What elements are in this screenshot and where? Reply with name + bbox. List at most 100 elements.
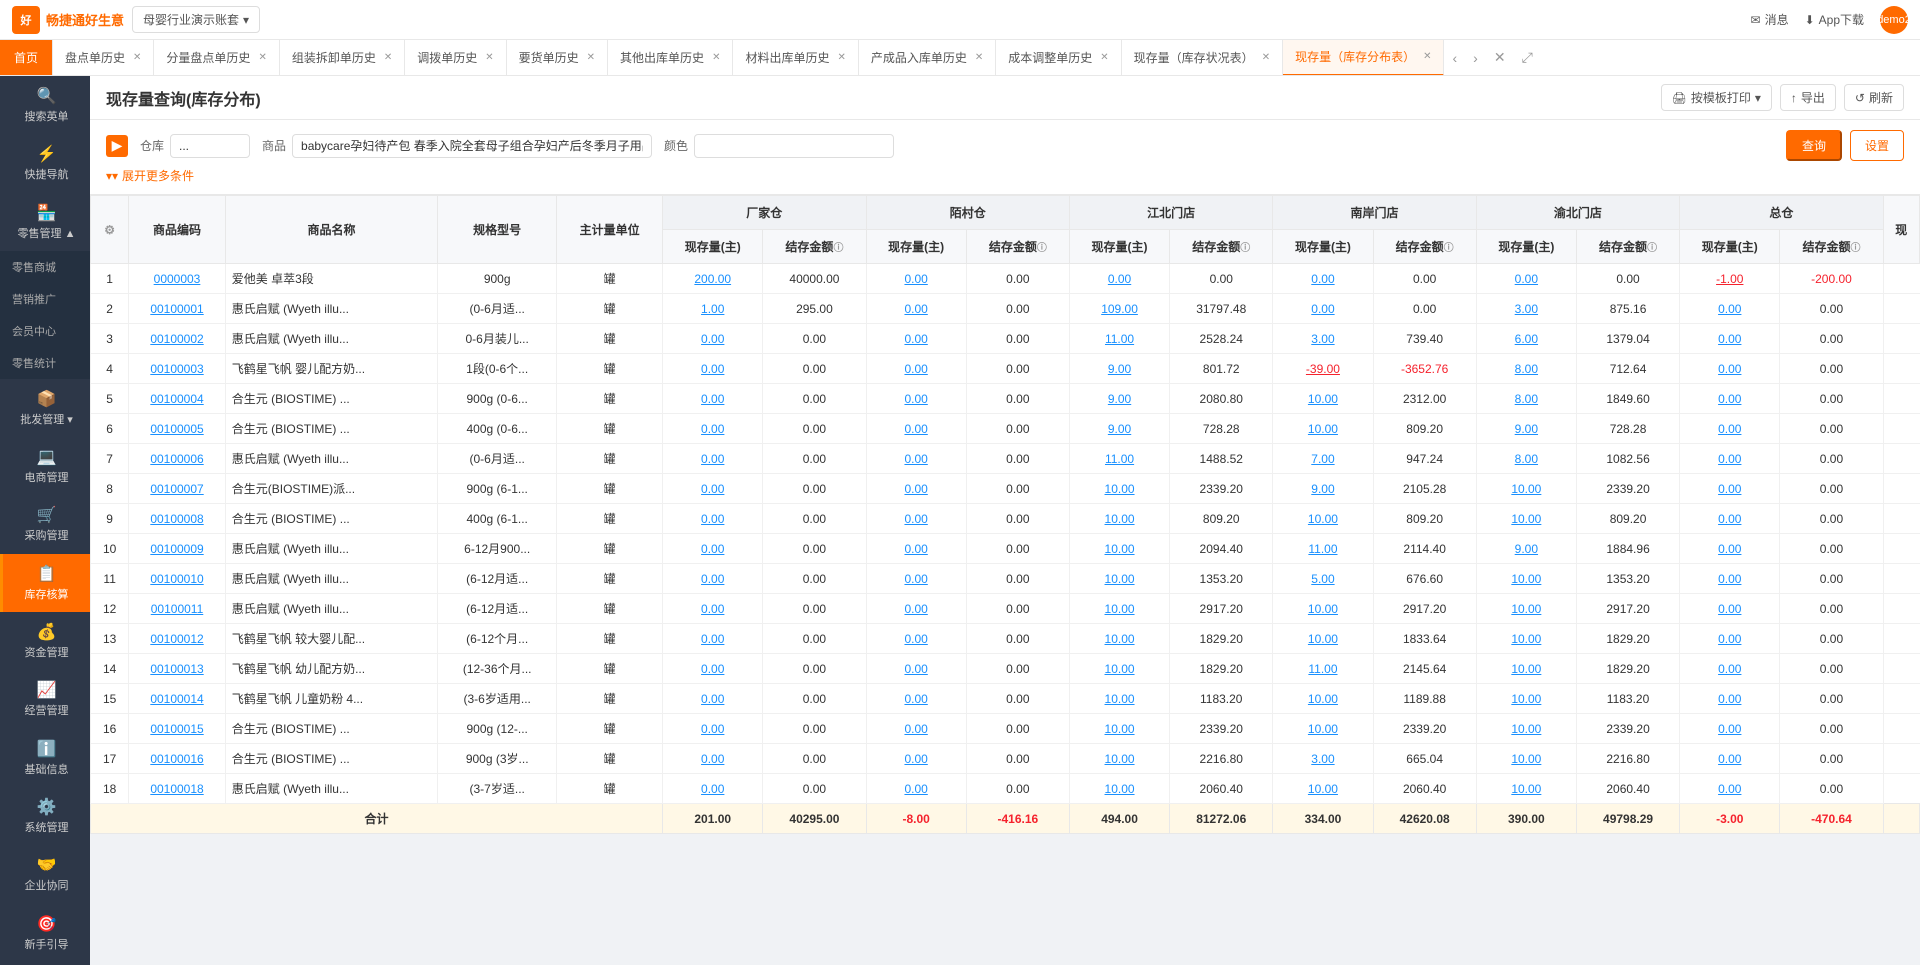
cell-code[interactable]: 00100007 — [129, 474, 225, 504]
cell-qty-0[interactable]: 0.00 — [663, 474, 763, 504]
tab-close-1[interactable]: ✕ — [133, 52, 141, 63]
cell-qty-5[interactable]: 0.00 — [1680, 534, 1780, 564]
cell-qty-5[interactable]: 0.00 — [1680, 444, 1780, 474]
cell-qty-3[interactable]: 10.00 — [1273, 504, 1373, 534]
cell-qty-4[interactable]: 9.00 — [1476, 534, 1576, 564]
cell-code[interactable]: 00100010 — [129, 564, 225, 594]
sidebar-item-retail-stats[interactable]: 零售统计 — [0, 347, 90, 379]
cell-code[interactable]: 00100013 — [129, 654, 225, 684]
cell-code[interactable]: 00100014 — [129, 684, 225, 714]
cell-qty-1[interactable]: 0.00 — [866, 294, 966, 324]
tab-close-5[interactable]: ✕ — [587, 52, 595, 63]
sidebar-item-basic-info[interactable]: ℹ️ 基础信息 — [0, 729, 90, 787]
cell-qty-3[interactable]: -39.00 — [1273, 354, 1373, 384]
cell-qty-2[interactable]: 9.00 — [1069, 354, 1169, 384]
color-input[interactable] — [694, 134, 894, 158]
filter-toggle-btn[interactable]: ▶ — [106, 135, 128, 157]
cell-qty-2[interactable]: 10.00 — [1069, 744, 1169, 774]
cell-qty-4[interactable]: 10.00 — [1476, 624, 1576, 654]
cell-qty-1[interactable]: 0.00 — [866, 354, 966, 384]
cell-qty-0[interactable]: 0.00 — [663, 744, 763, 774]
cell-qty-5[interactable]: 0.00 — [1680, 354, 1780, 384]
cell-qty-3[interactable]: 10.00 — [1273, 414, 1373, 444]
cell-code[interactable]: 00100018 — [129, 774, 225, 804]
cell-qty-1[interactable]: 0.00 — [866, 444, 966, 474]
tab-close-3[interactable]: ✕ — [384, 52, 392, 63]
cell-qty-1[interactable]: 0.00 — [866, 594, 966, 624]
cell-qty-5[interactable]: 0.00 — [1680, 384, 1780, 414]
sidebar-item-purchase[interactable]: 🛒 采购管理 — [0, 495, 90, 553]
cell-qty-3[interactable]: 10.00 — [1273, 714, 1373, 744]
cell-qty-0[interactable]: 1.00 — [663, 294, 763, 324]
print-button[interactable]: 🖨 按模板打印 ▾ — [1661, 84, 1772, 111]
cell-qty-4[interactable]: 8.00 — [1476, 384, 1576, 414]
message-button[interactable]: ✉ 消息 — [1751, 11, 1789, 28]
cell-qty-5[interactable]: 0.00 — [1680, 474, 1780, 504]
tab-3[interactable]: 组装拆卸单历史 ✕ — [280, 40, 405, 76]
tab-5[interactable]: 要货单历史 ✕ — [507, 40, 608, 76]
tab-8[interactable]: 产成品入库单历史 ✕ — [859, 40, 996, 76]
tab-close-6[interactable]: ✕ — [712, 52, 720, 63]
tab-2[interactable]: 分量盘点单历史 ✕ — [154, 40, 279, 76]
cell-code[interactable]: 00100016 — [129, 744, 225, 774]
cell-qty-1[interactable]: 0.00 — [866, 264, 966, 294]
sidebar-item-system[interactable]: ⚙️ 系统管理 — [0, 787, 90, 845]
cell-qty-5[interactable]: 0.00 — [1680, 324, 1780, 354]
cell-qty-5[interactable]: 0.00 — [1680, 744, 1780, 774]
sidebar-item-guide[interactable]: 🎯 新手引导 — [0, 904, 90, 962]
cell-qty-2[interactable]: 10.00 — [1069, 534, 1169, 564]
cell-code[interactable]: 00100011 — [129, 594, 225, 624]
cell-qty-5[interactable]: -1.00 — [1680, 264, 1780, 294]
gear-icon[interactable]: ⚙ — [104, 223, 115, 237]
cell-qty-1[interactable]: 0.00 — [866, 654, 966, 684]
sidebar-item-marketing[interactable]: 营销推广 — [0, 283, 90, 315]
settings-button[interactable]: 设置 — [1850, 130, 1904, 161]
cell-qty-1[interactable]: 0.00 — [866, 564, 966, 594]
cell-qty-5[interactable]: 0.00 — [1680, 624, 1780, 654]
tab-close-9[interactable]: ✕ — [1100, 52, 1108, 63]
tab-nav-next[interactable]: › — [1465, 50, 1486, 66]
cell-code[interactable]: 00100003 — [129, 354, 225, 384]
cell-qty-2[interactable]: 11.00 — [1069, 324, 1169, 354]
tab-close-2[interactable]: ✕ — [258, 52, 266, 63]
cell-qty-2[interactable]: 0.00 — [1069, 264, 1169, 294]
cell-qty-3[interactable]: 3.00 — [1273, 744, 1373, 774]
sidebar-item-collab[interactable]: 🤝 企业协同 — [0, 845, 90, 903]
cell-qty-5[interactable]: 0.00 — [1680, 564, 1780, 594]
tab-close-10[interactable]: ✕ — [1262, 52, 1270, 63]
cell-qty-2[interactable]: 10.00 — [1069, 564, 1169, 594]
cell-qty-1[interactable]: 0.00 — [866, 624, 966, 654]
cell-code[interactable]: 00100002 — [129, 324, 225, 354]
cell-code[interactable]: 00100009 — [129, 534, 225, 564]
cell-qty-2[interactable]: 109.00 — [1069, 294, 1169, 324]
cell-qty-0[interactable]: 200.00 — [663, 264, 763, 294]
cell-qty-0[interactable]: 0.00 — [663, 774, 763, 804]
tab-6[interactable]: 其他出库单历史 ✕ — [608, 40, 733, 76]
cell-qty-3[interactable]: 10.00 — [1273, 684, 1373, 714]
tab-nav-close[interactable]: ✕ — [1486, 49, 1514, 66]
cell-qty-5[interactable]: 0.00 — [1680, 594, 1780, 624]
app-download-button[interactable]: ⬇ App下载 — [1805, 11, 1864, 28]
tab-close-4[interactable]: ✕ — [485, 52, 493, 63]
cell-qty-4[interactable]: 3.00 — [1476, 294, 1576, 324]
cell-qty-1[interactable]: 0.00 — [866, 684, 966, 714]
goods-input[interactable] — [292, 134, 652, 158]
cell-qty-0[interactable]: 0.00 — [663, 324, 763, 354]
cell-qty-4[interactable]: 10.00 — [1476, 504, 1576, 534]
cell-qty-3[interactable]: 10.00 — [1273, 384, 1373, 414]
cell-qty-2[interactable]: 9.00 — [1069, 384, 1169, 414]
cell-qty-5[interactable]: 0.00 — [1680, 294, 1780, 324]
avatar[interactable]: demo2 — [1880, 6, 1908, 34]
cell-code[interactable]: 00100015 — [129, 714, 225, 744]
cell-qty-3[interactable]: 9.00 — [1273, 474, 1373, 504]
cell-qty-0[interactable]: 0.00 — [663, 504, 763, 534]
cell-qty-1[interactable]: 0.00 — [866, 384, 966, 414]
cell-qty-5[interactable]: 0.00 — [1680, 504, 1780, 534]
sidebar-item-ecommerce[interactable]: 💻 电商管理 — [0, 437, 90, 495]
cell-qty-3[interactable]: 3.00 — [1273, 324, 1373, 354]
cell-code[interactable]: 00100008 — [129, 504, 225, 534]
industry-selector[interactable]: 母婴行业演示账套 ▾ — [132, 6, 260, 33]
cell-qty-4[interactable]: 6.00 — [1476, 324, 1576, 354]
cell-qty-3[interactable]: 0.00 — [1273, 264, 1373, 294]
cell-qty-5[interactable]: 0.00 — [1680, 774, 1780, 804]
